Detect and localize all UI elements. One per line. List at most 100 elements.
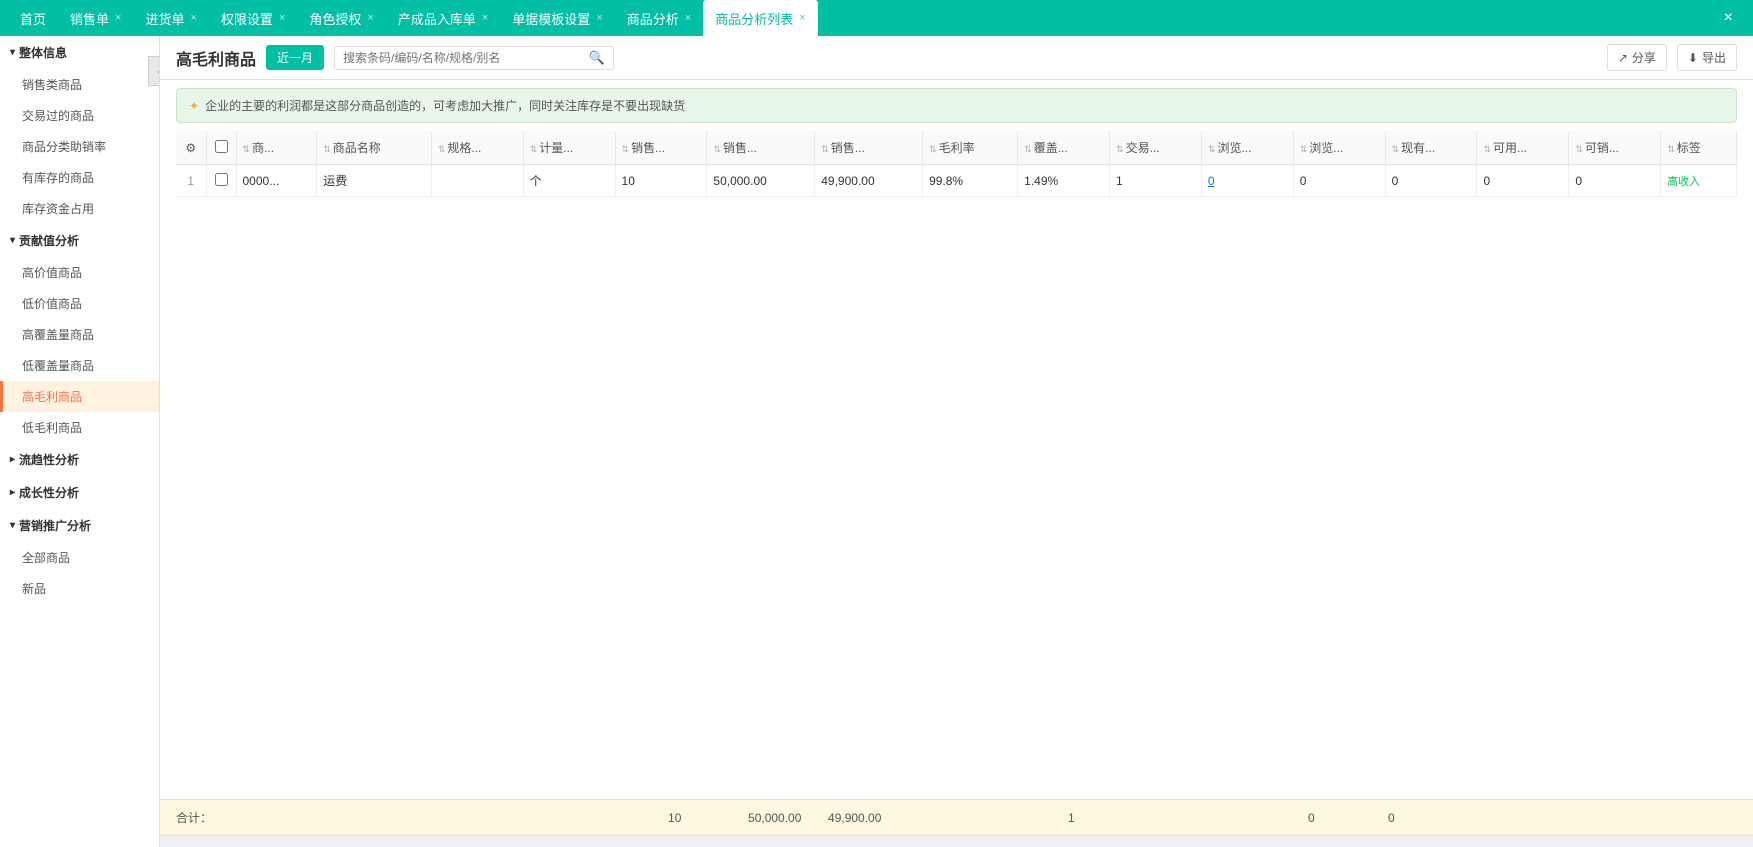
sidebar-group-trend[interactable]: ▸ 流趋性分析	[0, 443, 159, 476]
sidebar-item-all-goods[interactable]: 全部商品	[0, 542, 159, 573]
main-layout: ▾ 整体信息 销售类商品 交易过的商品 商品分类助销率 有库存的商品 库存资金占…	[0, 36, 1753, 847]
col-coverage[interactable]: ⇅覆盖...	[1018, 131, 1110, 165]
view1-link[interactable]: 0	[1208, 174, 1215, 188]
close-icon[interactable]: ×	[367, 12, 373, 24]
row-coverage: 1.49%	[1018, 165, 1110, 197]
chevron-down-icon: ▾	[10, 47, 15, 58]
filter-recent-month-button[interactable]: 近一月	[266, 45, 324, 70]
col-settings[interactable]: ⚙	[176, 131, 206, 165]
col-view1[interactable]: ⇅浏览...	[1201, 131, 1293, 165]
row-view2: 0	[1293, 165, 1385, 197]
col-sales-amount[interactable]: ⇅销售...	[707, 131, 815, 165]
content-area: 高毛利商品 近一月 🔍 ↗ 分享 ⬇ 导出 ✦ 企业的主要的利润都是这部分商品创…	[160, 36, 1753, 847]
col-tag[interactable]: ⇅标签	[1661, 131, 1737, 165]
table-row: 1 0000... 运费 个 10 50,000.00 49,900.00 99…	[176, 165, 1737, 197]
search-box: 🔍	[334, 46, 614, 70]
col-view2[interactable]: ⇅浏览...	[1293, 131, 1385, 165]
nav-product-analysis[interactable]: 商品分析 ×	[615, 0, 703, 36]
row-number: 1	[176, 165, 206, 197]
close-icon[interactable]: ×	[115, 12, 121, 24]
row-spec	[431, 165, 523, 197]
footer-view1	[1142, 811, 1222, 825]
nav-purchase-order[interactable]: 进货单 ×	[133, 0, 208, 36]
sidebar-item-category-sales-rate[interactable]: 商品分类助销率	[0, 131, 159, 162]
row-current: 0	[1385, 165, 1477, 197]
sidebar-item-low-value[interactable]: 低价值商品	[0, 288, 159, 319]
col-checkbox[interactable]	[206, 131, 236, 165]
sidebar-group-growth[interactable]: ▸ 成长性分析	[0, 476, 159, 509]
close-icon[interactable]: ×	[482, 12, 488, 24]
table-container[interactable]: ⚙ ⇅商... ⇅商品名称 ⇅规格... ⇅计量... ⇅销售... ⇅销售..…	[160, 131, 1753, 799]
col-sales-cost[interactable]: ⇅销售...	[815, 131, 923, 165]
col-trade[interactable]: ⇅交易...	[1110, 131, 1202, 165]
sidebar-collapse-button[interactable]: 《	[148, 56, 160, 86]
nav-product-analysis-list[interactable]: 商品分析列表 ×	[703, 0, 817, 36]
table-footer: 合计： 10 50,000.00 49,900.00 1 0 0	[160, 799, 1753, 835]
close-icon[interactable]: ×	[799, 12, 805, 24]
footer-sales-cost: 49,900.00	[822, 811, 902, 825]
sidebar-item-stock-capital[interactable]: 库存资金占用	[0, 193, 159, 224]
row-gross-margin: 99.8%	[923, 165, 1018, 197]
row-available: 0	[1477, 165, 1569, 197]
row-view1[interactable]: 0	[1201, 165, 1293, 197]
col-current[interactable]: ⇅现有...	[1385, 131, 1477, 165]
nav-role-auth[interactable]: 角色授权 ×	[297, 0, 385, 36]
close-icon[interactable]: ×	[190, 12, 196, 24]
export-icon: ⬇	[1688, 51, 1698, 65]
close-icon[interactable]: ×	[596, 12, 602, 24]
col-available[interactable]: ⇅可用...	[1477, 131, 1569, 165]
footer-coverage	[982, 811, 1062, 825]
footer-values: 10 50,000.00 49,900.00 1 0 0	[232, 811, 1462, 825]
footer-gross-margin	[902, 811, 982, 825]
sidebar-item-sales-goods[interactable]: 销售类商品	[0, 69, 159, 100]
col-name[interactable]: ⇅商品名称	[317, 131, 432, 165]
window-close-button[interactable]: ×	[1712, 9, 1745, 27]
close-icon[interactable]: ×	[279, 12, 285, 24]
sidebar-item-low-margin[interactable]: 低毛利商品	[0, 412, 159, 443]
settings-icon[interactable]: ⚙	[185, 141, 196, 155]
nav-sales-order[interactable]: 销售单 ×	[58, 0, 133, 36]
col-code[interactable]: ⇅商...	[236, 131, 317, 165]
sidebar-group-marketing[interactable]: ▾ 营销推广分析	[0, 509, 159, 542]
info-icon: ✦	[189, 99, 199, 113]
product-table: ⚙ ⇅商... ⇅商品名称 ⇅规格... ⇅计量... ⇅销售... ⇅销售..…	[176, 131, 1737, 197]
footer-trade: 1	[1062, 811, 1142, 825]
row-name: 运费	[317, 165, 432, 197]
sidebar-item-high-coverage[interactable]: 高覆盖量商品	[0, 319, 159, 350]
select-all-checkbox[interactable]	[215, 140, 228, 153]
nav-permission-settings[interactable]: 权限设置 ×	[209, 0, 297, 36]
horizontal-scrollbar[interactable]	[160, 835, 1753, 847]
col-spec[interactable]: ⇅规格...	[431, 131, 523, 165]
search-icon[interactable]: 🔍	[589, 50, 605, 66]
row-checkbox[interactable]	[215, 173, 228, 186]
sidebar-item-low-coverage[interactable]: 低覆盖量商品	[0, 350, 159, 381]
search-input[interactable]	[343, 51, 585, 65]
content-header: 高毛利商品 近一月 🔍 ↗ 分享 ⬇ 导出	[160, 36, 1753, 80]
footer-label: 合计：	[176, 809, 212, 826]
sidebar-item-in-stock-goods[interactable]: 有库存的商品	[0, 162, 159, 193]
share-button[interactable]: ↗ 分享	[1607, 44, 1667, 71]
row-sales-amount: 50,000.00	[707, 165, 815, 197]
col-unit[interactable]: ⇅计量...	[523, 131, 615, 165]
footer-sales-amount: 50,000.00	[742, 811, 822, 825]
chevron-right-icon: ▸	[10, 454, 15, 465]
nav-template-settings[interactable]: 单据模板设置 ×	[500, 0, 614, 36]
sidebar-item-high-margin[interactable]: 高毛利商品	[0, 381, 159, 412]
close-icon[interactable]: ×	[685, 12, 691, 24]
sidebar-group-contribution[interactable]: ▾ 贡献值分析	[0, 224, 159, 257]
col-gross-margin[interactable]: ⇅毛利率	[923, 131, 1018, 165]
row-sellable: 0	[1569, 165, 1661, 197]
chevron-down-icon: ▾	[10, 520, 15, 531]
sidebar-item-high-value[interactable]: 高价值商品	[0, 257, 159, 288]
sidebar-item-new-goods[interactable]: 新品	[0, 573, 159, 604]
col-sellable[interactable]: ⇅可销...	[1569, 131, 1661, 165]
row-trade: 1	[1110, 165, 1202, 197]
sidebar-item-traded-goods[interactable]: 交易过的商品	[0, 100, 159, 131]
sidebar-group-overall-info[interactable]: ▾ 整体信息	[0, 36, 159, 69]
row-checkbox-cell[interactable]	[206, 165, 236, 197]
nav-home[interactable]: 首页	[8, 0, 58, 36]
export-button[interactable]: ⬇ 导出	[1677, 44, 1737, 71]
nav-finished-goods[interactable]: 产成品入库单 ×	[386, 0, 500, 36]
col-sales-qty[interactable]: ⇅销售...	[615, 131, 707, 165]
footer-available: 0	[1382, 811, 1462, 825]
